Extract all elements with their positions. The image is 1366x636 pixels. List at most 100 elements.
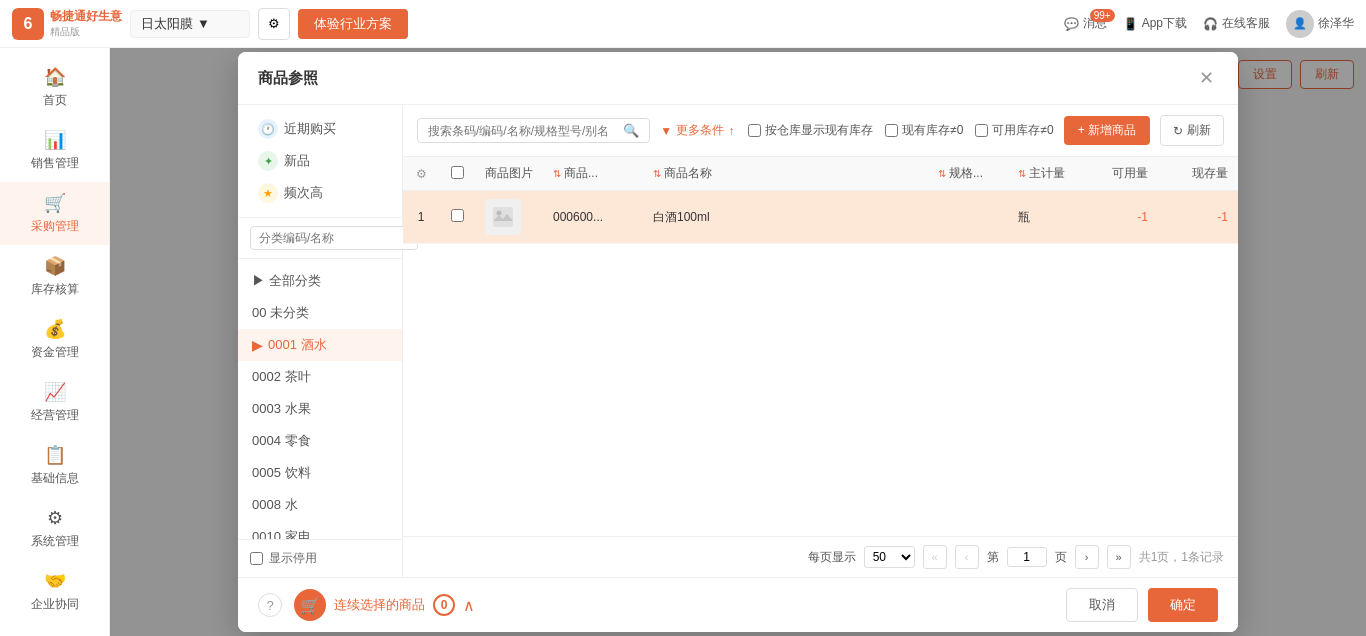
th-settings[interactable]: ⚙: [403, 157, 439, 191]
sidebar-item-basic[interactable]: 📋 基础信息: [0, 434, 109, 497]
next-page-button[interactable]: ›: [1075, 545, 1099, 569]
filter-icon: ▼: [660, 124, 672, 138]
category-search-area: «: [238, 218, 402, 259]
product-table-container: ⚙ 商品图片: [403, 157, 1238, 536]
select-all-checkbox[interactable]: [451, 166, 464, 179]
avatar: 👤: [1286, 10, 1314, 38]
cat-all[interactable]: ▶ 全部分类: [238, 265, 402, 297]
confirm-button[interactable]: 确定: [1148, 588, 1218, 622]
modal-footer: ? 🛒 连续选择的商品 0 ∧ 取消 确定: [238, 577, 1238, 632]
filter-stock-nonzero-checkbox[interactable]: [885, 124, 898, 137]
page-suffix: 页: [1055, 549, 1067, 566]
th-code[interactable]: ⇅ 商品...: [543, 157, 643, 191]
page-label: 第: [987, 549, 999, 566]
modal-body: 🕐 近期购买 ✦ 新品 ★ 频次高: [238, 105, 1238, 577]
product-search-input[interactable]: [428, 124, 617, 138]
filter-by-warehouse-checkbox[interactable]: [748, 124, 761, 137]
cart-collapse-button[interactable]: ∧: [463, 596, 475, 615]
exp-button[interactable]: 体验行业方案: [298, 9, 408, 39]
cat-item-00[interactable]: 00 未分类: [238, 297, 402, 329]
cat-item-0008[interactable]: 0008 水: [238, 489, 402, 521]
cancel-button[interactable]: 取消: [1066, 588, 1138, 622]
filter-by-warehouse[interactable]: 按仓库显示现有库存: [748, 122, 873, 139]
cat-item-0003[interactable]: 0003 水果: [238, 393, 402, 425]
sidebar-item-system[interactable]: ⚙ 系统管理: [0, 497, 109, 560]
top-nav: 6 畅捷通好生意 精品版 日太阳膜 ▼ ⚙ 体验行业方案 💬 消息 99+ 📱 …: [0, 0, 1366, 48]
sidebar-item-finance[interactable]: 💰 资金管理: [0, 308, 109, 371]
product-image: [485, 199, 521, 235]
filter-avail-nonzero-checkbox[interactable]: [975, 124, 988, 137]
category-list: ▶ 全部分类 00 未分类 ▶ 0001 酒水 0002 茶叶: [238, 259, 402, 539]
row-code: 000600...: [543, 191, 643, 244]
quick-new[interactable]: ✦ 新品: [250, 145, 390, 177]
user-item[interactable]: 👤 徐泽华: [1286, 10, 1354, 38]
row-img-cell: [475, 191, 543, 244]
row-num: 1: [403, 191, 439, 244]
total-info: 共1页，1条记录: [1139, 549, 1224, 566]
service-item[interactable]: 🎧 在线客服: [1203, 15, 1270, 32]
sort-unit-icon: ⇅: [1018, 168, 1026, 179]
message-nav-item[interactable]: 💬 消息 99+: [1064, 15, 1107, 32]
sidebar-item-inventory[interactable]: 📦 库存核算: [0, 245, 109, 308]
search-icon[interactable]: 🔍: [623, 123, 639, 138]
th-avail[interactable]: 可用量: [1078, 157, 1158, 191]
prev-page-button[interactable]: ‹: [955, 545, 979, 569]
th-spec[interactable]: ⇅ 规格...: [928, 157, 1008, 191]
page-number-input[interactable]: [1007, 547, 1047, 567]
th-stock[interactable]: 现存量: [1158, 157, 1238, 191]
warehouse-dropdown[interactable]: 日太阳膜 ▼: [130, 10, 250, 38]
cat-item-0010[interactable]: 0010 家电: [238, 521, 402, 539]
add-product-button[interactable]: + 新增商品: [1064, 116, 1150, 145]
filter-stock-nonzero[interactable]: 现有库存≠0: [885, 122, 963, 139]
row-spec: [928, 191, 1008, 244]
show-disabled-label[interactable]: 显示停用: [269, 550, 317, 567]
content-panel: 🔍 ▼ 更多条件 ↑ 按仓库显示现有库存: [403, 105, 1238, 577]
show-disabled-checkbox[interactable]: [250, 552, 263, 565]
table-row[interactable]: 1: [403, 191, 1238, 244]
sidebar-item-purchase[interactable]: 🛒 采购管理: [0, 182, 109, 245]
app-logo: 6: [12, 8, 44, 40]
row-avail: -1: [1078, 191, 1158, 244]
main-content: 查询 设置 刷新 商品参照 ✕ 🕐: [110, 48, 1366, 636]
quick-recent[interactable]: 🕐 近期购买: [250, 113, 390, 145]
row-checkbox-cell: [439, 191, 475, 244]
category-search-input[interactable]: [250, 226, 418, 250]
footer-buttons: 取消 确定: [1066, 588, 1218, 622]
cat-item-0001[interactable]: ▶ 0001 酒水: [238, 329, 402, 361]
settings-icon[interactable]: ⚙: [258, 8, 290, 40]
cart-icon[interactable]: 🛒: [294, 589, 326, 621]
filter-avail-nonzero[interactable]: 可用库存≠0: [975, 122, 1053, 139]
svg-point-1: [497, 211, 502, 216]
cart-text: 连续选择的商品: [334, 596, 425, 614]
th-name[interactable]: ⇅ 商品名称: [643, 157, 928, 191]
product-table: ⚙ 商品图片: [403, 157, 1238, 244]
help-button[interactable]: ?: [258, 593, 282, 617]
refresh-table-button[interactable]: ↻ 刷新: [1160, 115, 1224, 146]
sidebar-item-guide[interactable]: 📖 新手引导: [0, 623, 109, 636]
table-gear-icon[interactable]: ⚙: [416, 167, 427, 181]
sidebar-item-home[interactable]: 🏠 首页: [0, 56, 109, 119]
app-download-item[interactable]: 📱 App下载: [1123, 15, 1187, 32]
cat-item-0004[interactable]: 0004 零食: [238, 425, 402, 457]
cat-item-0005[interactable]: 0005 饮料: [238, 457, 402, 489]
th-unit[interactable]: ⇅ 主计量: [1008, 157, 1078, 191]
modal-close-button[interactable]: ✕: [1194, 66, 1218, 90]
cat-item-0002[interactable]: 0002 茶叶: [238, 361, 402, 393]
sidebar-item-business[interactable]: 📈 经营管理: [0, 371, 109, 434]
first-page-button[interactable]: «: [923, 545, 947, 569]
sidebar-item-collab[interactable]: 🤝 企业协同: [0, 560, 109, 623]
quick-freq[interactable]: ★ 频次高: [250, 177, 390, 209]
row-checkbox[interactable]: [451, 209, 464, 222]
product-search-box: 🔍: [417, 118, 650, 143]
message-icon: 💬: [1064, 17, 1079, 31]
finance-icon: 💰: [44, 318, 66, 340]
page-size-select[interactable]: 20 50 100: [864, 546, 915, 568]
brand-text: 畅捷通好生意 精品版: [50, 8, 122, 39]
last-page-button[interactable]: »: [1107, 545, 1131, 569]
modal-title: 商品参照: [258, 69, 318, 88]
sidebar-item-sales[interactable]: 📊 销售管理: [0, 119, 109, 182]
recent-icon: 🕐: [258, 119, 278, 139]
filter-more-button[interactable]: ▼ 更多条件 ↑: [660, 122, 734, 139]
quick-access: 🕐 近期购买 ✦ 新品 ★ 频次高: [238, 105, 402, 218]
th-checkbox: [439, 157, 475, 191]
